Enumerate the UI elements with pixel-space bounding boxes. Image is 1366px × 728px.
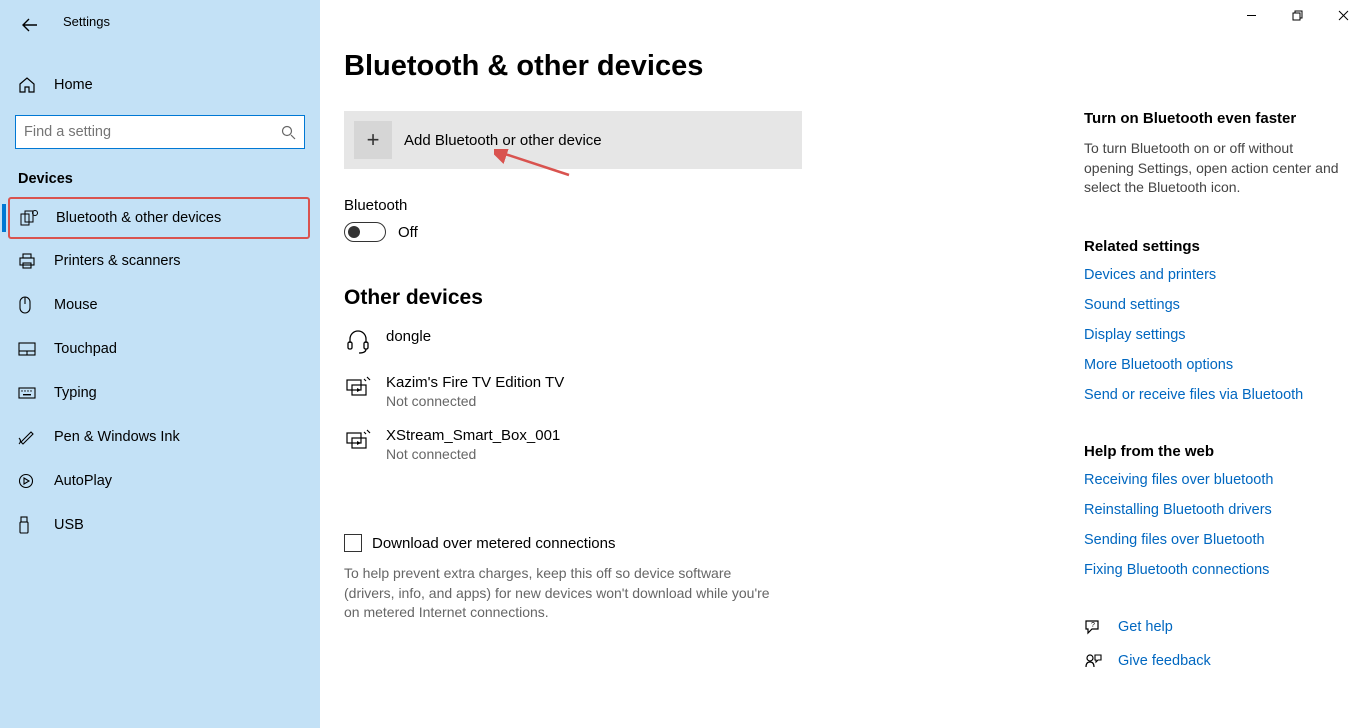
metered-description: To help prevent extra charges, keep this…	[344, 564, 784, 623]
autoplay-icon	[18, 471, 40, 491]
right-panel: Turn on Bluetooth even faster To turn Bl…	[1084, 50, 1344, 728]
arrow-annotation	[494, 149, 574, 179]
printer-icon	[18, 251, 40, 271]
toggle-state-label: Off	[398, 224, 418, 241]
help-link[interactable]: Reinstalling Bluetooth drivers	[1084, 502, 1344, 518]
search-input[interactable]	[24, 124, 281, 140]
tip-text: To turn Bluetooth on or off without open…	[1084, 139, 1344, 198]
plus-icon: +	[354, 121, 392, 159]
search-box[interactable]	[15, 115, 305, 149]
sidebar-item-mouse[interactable]: Mouse	[0, 283, 320, 327]
touchpad-icon	[18, 339, 40, 359]
device-text: XStream_Smart_Box_001 Not connected	[386, 427, 560, 462]
back-button[interactable]	[10, 10, 50, 40]
sidebar-item-printers[interactable]: Printers & scanners	[0, 239, 320, 283]
sidebar-item-label: Typing	[54, 385, 97, 401]
media-device-icon	[344, 427, 372, 455]
give-feedback-label: Give feedback	[1118, 653, 1211, 669]
other-devices-head: Other devices	[344, 286, 1064, 310]
home-icon	[18, 75, 40, 95]
close-button[interactable]	[1320, 0, 1366, 30]
related-link[interactable]: Send or receive files via Bluetooth	[1084, 387, 1344, 403]
usb-icon	[18, 515, 40, 535]
sidebar-item-label: Pen & Windows Ink	[54, 429, 180, 445]
sidebar-home[interactable]: Home	[0, 65, 320, 105]
related-link[interactable]: Devices and printers	[1084, 267, 1344, 283]
bluetooth-devices-icon	[20, 208, 42, 228]
get-help-icon: ?	[1084, 618, 1104, 636]
help-section: Help from the web Receiving files over b…	[1084, 443, 1344, 578]
sidebar-item-label: USB	[54, 517, 84, 533]
app-title: Settings	[63, 14, 110, 29]
sidebar-item-usb[interactable]: USB	[0, 503, 320, 547]
related-section: Related settings Devices and printers So…	[1084, 238, 1344, 403]
device-item[interactable]: XStream_Smart_Box_001 Not connected	[344, 427, 1064, 462]
help-link[interactable]: Sending files over Bluetooth	[1084, 532, 1344, 548]
metered-check-row: Download over metered connections	[344, 534, 1064, 552]
related-link[interactable]: More Bluetooth options	[1084, 357, 1344, 373]
keyboard-icon	[18, 383, 40, 403]
bluetooth-toggle-row: Off	[344, 222, 1064, 242]
device-text: dongle	[386, 328, 431, 347]
sidebar-item-label: Printers & scanners	[54, 253, 181, 269]
device-item[interactable]: Kazim's Fire TV Edition TV Not connected	[344, 374, 1064, 409]
pen-icon	[18, 427, 40, 447]
mouse-icon	[18, 295, 40, 315]
related-link[interactable]: Sound settings	[1084, 297, 1344, 313]
device-status: Not connected	[386, 446, 560, 462]
minimize-button[interactable]	[1228, 0, 1274, 30]
get-help-row[interactable]: ? Get help	[1084, 618, 1344, 636]
device-name: XStream_Smart_Box_001	[386, 427, 560, 444]
sidebar-item-label: Touchpad	[54, 341, 117, 357]
sidebar-item-bluetooth[interactable]: Bluetooth & other devices	[8, 197, 310, 239]
add-device-label: Add Bluetooth or other device	[404, 132, 602, 149]
related-link[interactable]: Display settings	[1084, 327, 1344, 343]
sidebar-section-head: Devices	[0, 149, 320, 197]
sidebar-item-pen[interactable]: Pen & Windows Ink	[0, 415, 320, 459]
sidebar-item-typing[interactable]: Typing	[0, 371, 320, 415]
metered-check-label: Download over metered connections	[372, 535, 615, 552]
media-device-icon	[344, 374, 372, 402]
sidebar-item-label: AutoPlay	[54, 473, 112, 489]
device-name: dongle	[386, 328, 431, 345]
device-text: Kazim's Fire TV Edition TV Not connected	[386, 374, 564, 409]
headset-icon	[344, 328, 372, 356]
help-head: Help from the web	[1084, 443, 1344, 460]
search-icon	[281, 125, 296, 140]
give-feedback-row[interactable]: Give feedback	[1084, 652, 1344, 670]
sidebar-item-autoplay[interactable]: AutoPlay	[0, 459, 320, 503]
svg-text:?: ?	[1091, 622, 1095, 629]
get-help-label: Get help	[1118, 619, 1173, 635]
home-label: Home	[54, 77, 93, 93]
feedback-icon	[1084, 652, 1104, 670]
toggle-knob	[348, 226, 360, 238]
sidebar: Settings Home Devices Bluetooth & other …	[0, 0, 320, 728]
sidebar-item-touchpad[interactable]: Touchpad	[0, 327, 320, 371]
sidebar-item-label: Bluetooth & other devices	[56, 210, 221, 226]
main-area: Bluetooth & other devices + Add Bluetoot…	[320, 0, 1366, 728]
device-name: Kazim's Fire TV Edition TV	[386, 374, 564, 391]
help-link[interactable]: Fixing Bluetooth connections	[1084, 562, 1344, 578]
metered-checkbox[interactable]	[344, 534, 362, 552]
tip-head: Turn on Bluetooth even faster	[1084, 110, 1344, 127]
maximize-button[interactable]	[1274, 0, 1320, 30]
tip-section: Turn on Bluetooth even faster To turn Bl…	[1084, 110, 1344, 198]
bluetooth-toggle[interactable]	[344, 222, 386, 242]
content-column: Bluetooth & other devices + Add Bluetoot…	[344, 50, 1064, 728]
add-device-button[interactable]: + Add Bluetooth or other device	[344, 111, 802, 169]
help-link[interactable]: Receiving files over bluetooth	[1084, 472, 1344, 488]
window-controls	[1228, 0, 1366, 30]
sidebar-item-label: Mouse	[54, 297, 98, 313]
bluetooth-label: Bluetooth	[344, 197, 1064, 214]
back-arrow-icon	[22, 18, 38, 32]
page-title: Bluetooth & other devices	[344, 50, 1064, 83]
related-head: Related settings	[1084, 238, 1344, 255]
device-status: Not connected	[386, 393, 564, 409]
device-item[interactable]: dongle	[344, 328, 1064, 356]
